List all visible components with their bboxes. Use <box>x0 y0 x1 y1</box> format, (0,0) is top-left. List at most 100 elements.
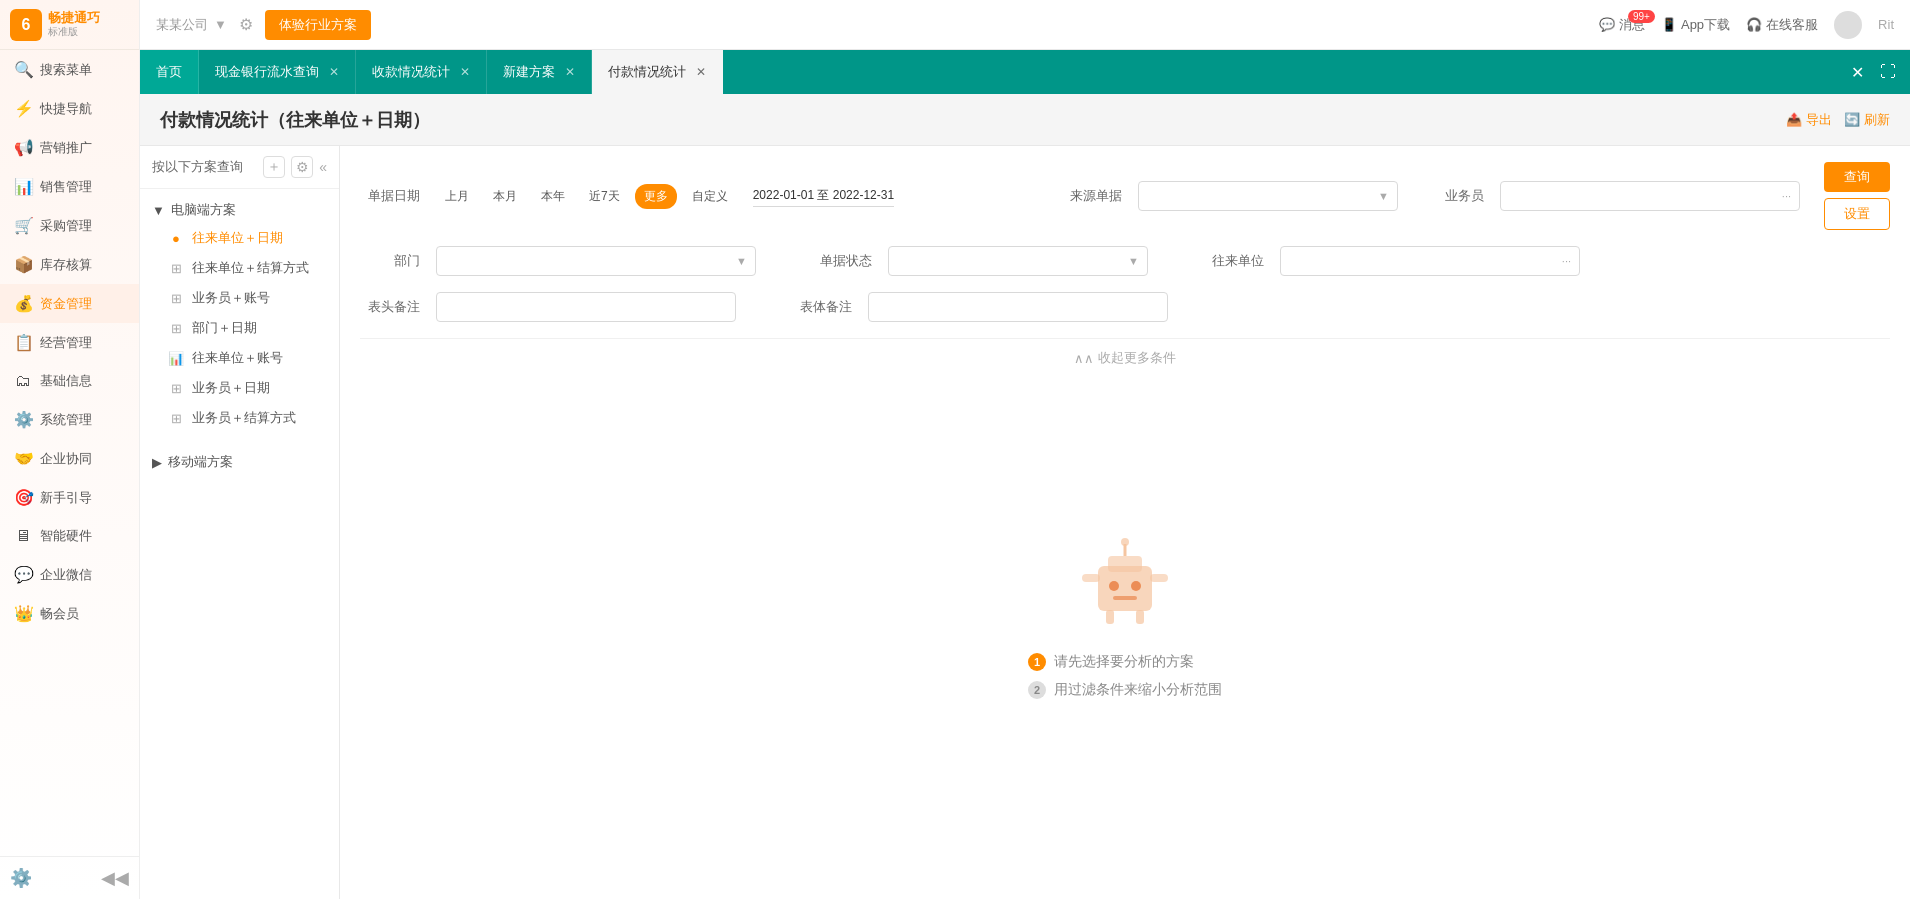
sidebar-item-sys-manage[interactable]: ⚙️ 系统管理 <box>0 400 139 439</box>
scheme-item-counterparty-account[interactable]: 📊 往来单位＋账号 <box>140 343 339 373</box>
scheme-item-counterparty-date[interactable]: ● 往来单位＋日期 <box>140 223 339 253</box>
tab-new-scheme[interactable]: 新建方案 ✕ <box>487 50 592 94</box>
sidebar-item-enterprise-wechat[interactable]: 💬 企业微信 <box>0 555 139 594</box>
scheme-section-mobile-header[interactable]: ▶ 移动端方案 <box>140 449 339 475</box>
collapse-label: 收起更多条件 <box>1098 349 1176 367</box>
collapse-bar[interactable]: ∧∧ 收起更多条件 <box>360 338 1890 377</box>
sidebar-item-purchase[interactable]: 🛒 采购管理 <box>0 206 139 245</box>
tip-1-text: 请先选择要分析的方案 <box>1054 653 1194 671</box>
enterprise-wechat-icon: 💬 <box>14 565 32 584</box>
page-actions: 📤 导出 🔄 刷新 <box>1786 111 1890 129</box>
message-button[interactable]: 💬 消息 99+ <box>1599 16 1645 34</box>
collapse-sidebar-icon[interactable]: ◀◀ <box>101 867 129 889</box>
sidebar-item-smart-hw[interactable]: 🖥 智能硬件 <box>0 517 139 555</box>
tab-bank-flow[interactable]: 现金银行流水查询 ✕ <box>199 50 356 94</box>
sidebar-item-inventory[interactable]: 📦 库存核算 <box>0 245 139 284</box>
scheme-item-staff-account[interactable]: ⊞ 业务员＋账号 <box>140 283 339 313</box>
app-download-button[interactable]: 📱 App下载 <box>1661 16 1730 34</box>
sidebar-item-enterprise[interactable]: 🤝 企业协同 <box>0 439 139 478</box>
sidebar-item-basic-info[interactable]: 🗂 基础信息 <box>0 362 139 400</box>
scheme-section-pc-label: 电脑端方案 <box>171 201 236 219</box>
settings-bottom-icon[interactable]: ⚙️ <box>10 867 32 889</box>
scheme-section-pc-header[interactable]: ▼ 电脑端方案 <box>140 197 339 223</box>
sidebar-item-guide[interactable]: 🎯 新手引导 <box>0 478 139 517</box>
date-btn-this-year[interactable]: 本年 <box>532 184 574 209</box>
body-remark-label: 表体备注 <box>792 298 852 316</box>
counterparty-select[interactable]: ··· <box>1280 246 1580 276</box>
enterprise-icon: 🤝 <box>14 449 32 468</box>
sidebar-item-vip[interactable]: 👑 畅会员 <box>0 594 139 633</box>
logo-text-area: 畅捷通巧 标准版 <box>48 10 100 40</box>
tab-home-label: 首页 <box>156 63 182 81</box>
header-gear-icon[interactable]: ⚙ <box>239 15 253 34</box>
dept-select[interactable]: ▼ <box>436 246 756 276</box>
export-button[interactable]: 📤 导出 <box>1786 111 1832 129</box>
body-remark-input[interactable] <box>868 292 1168 322</box>
svg-point-2 <box>1109 581 1119 591</box>
sidebar-item-search-menu[interactable]: 🔍 搜索菜单 <box>0 50 139 89</box>
scheme-item-label: 往来单位＋结算方式 <box>192 259 309 277</box>
quick-nav-icon: ⚡ <box>14 99 32 118</box>
tab-close-all-icon[interactable]: ✕ <box>1847 59 1868 86</box>
sidebar-item-operation[interactable]: 📋 经营管理 <box>0 323 139 362</box>
voucher-status-select[interactable]: ▼ <box>888 246 1148 276</box>
query-button[interactable]: 查询 <box>1824 162 1890 192</box>
scheme-settings-button[interactable]: ⚙ <box>291 156 313 178</box>
scheme-panel-header: 按以下方案查询 ＋ ⚙ « <box>140 146 339 189</box>
date-btn-custom[interactable]: 自定义 <box>683 184 737 209</box>
counterparty-dots-icon: ··· <box>1562 255 1571 267</box>
tip-num-1: 1 <box>1028 653 1046 671</box>
operation-icon: 📋 <box>14 333 32 352</box>
svg-rect-8 <box>1150 574 1168 582</box>
scheme-section-pc: ▼ 电脑端方案 ● 往来单位＋日期 ⊞ 往来单位＋结算方式 ⊞ 业务员＋账号 ⊞ <box>140 189 339 441</box>
sidebar-item-capital[interactable]: 💰 资金管理 <box>0 284 139 323</box>
scheme-item-staff-settle[interactable]: ⊞ 业务员＋结算方式 <box>140 403 339 433</box>
empty-tip-2: 2 用过滤条件来缩小分析范围 <box>1028 681 1222 699</box>
dept-dropdown-icon: ▼ <box>736 255 747 267</box>
filter-row-3: 表头备注 表体备注 <box>360 292 1890 322</box>
date-quick-btns: 上月 本月 本年 近7天 更多 自定义 <box>436 184 737 209</box>
date-btn-more[interactable]: 更多 <box>635 184 677 209</box>
tab-receive-stat[interactable]: 收款情况统计 ✕ <box>356 50 487 94</box>
scheme-item-dept-date[interactable]: ⊞ 部门＋日期 <box>140 313 339 343</box>
date-btn-last-month[interactable]: 上月 <box>436 184 478 209</box>
tab-bank-flow-close-icon[interactable]: ✕ <box>329 65 339 79</box>
sidebar-item-sales[interactable]: 📊 销售管理 <box>0 167 139 206</box>
user-avatar[interactable] <box>1834 11 1862 39</box>
trial-button[interactable]: 体验行业方案 <box>265 10 371 40</box>
date-btn-last-7-days[interactable]: 近7天 <box>580 184 629 209</box>
date-range-value[interactable]: 2022-01-01 至 2022-12-31 <box>753 185 894 207</box>
page-header: 付款情况统计（往来单位＋日期） 📤 导出 🔄 刷新 <box>140 94 1910 146</box>
tab-new-scheme-close-icon[interactable]: ✕ <box>565 65 575 79</box>
sidebar-item-quick-nav[interactable]: ⚡ 快捷导航 <box>0 89 139 128</box>
tab-receive-stat-close-icon[interactable]: ✕ <box>460 65 470 79</box>
scheme-item-label: 部门＋日期 <box>192 319 257 337</box>
scheme-section-mobile-arrow-icon: ▶ <box>152 455 162 470</box>
scheme-item-staff-date[interactable]: ⊞ 业务员＋日期 <box>140 373 339 403</box>
tab-pay-stat[interactable]: 付款情况统计 ✕ <box>592 50 723 94</box>
scheme-collapse-icon[interactable]: « <box>319 159 327 175</box>
voucher-status-dropdown-icon: ▼ <box>1128 255 1139 267</box>
tab-pay-stat-close-icon[interactable]: ✕ <box>696 65 706 79</box>
company-selector[interactable]: 某某公司 ▼ <box>156 16 227 34</box>
sidebar-item-label: 智能硬件 <box>40 527 92 545</box>
header-remark-input[interactable] <box>436 292 736 322</box>
tab-home[interactable]: 首页 <box>140 50 199 94</box>
voucher-status-label: 单据状态 <box>812 252 872 270</box>
setting-button[interactable]: 设置 <box>1824 198 1890 230</box>
scheme-item-circle-icon: ● <box>168 231 184 246</box>
online-service-button[interactable]: 🎧 在线客服 <box>1746 16 1818 34</box>
staff-select[interactable]: ··· <box>1500 181 1800 211</box>
scheme-item-counterparty-settle[interactable]: ⊞ 往来单位＋结算方式 <box>140 253 339 283</box>
sidebar-bottom: ⚙️ ◀◀ <box>0 856 139 899</box>
empty-illustration <box>1065 533 1185 633</box>
sidebar-item-marketing[interactable]: 📢 营销推广 <box>0 128 139 167</box>
empty-tip-1: 1 请先选择要分析的方案 <box>1028 653 1222 671</box>
date-btn-this-month[interactable]: 本月 <box>484 184 526 209</box>
export-icon: 📤 <box>1786 112 1802 127</box>
marketing-icon: 📢 <box>14 138 32 157</box>
refresh-button[interactable]: 🔄 刷新 <box>1844 111 1890 129</box>
tab-expand-icon[interactable]: ⛶ <box>1876 59 1900 85</box>
source-select[interactable]: ▼ <box>1138 181 1398 211</box>
scheme-add-button[interactable]: ＋ <box>263 156 285 178</box>
